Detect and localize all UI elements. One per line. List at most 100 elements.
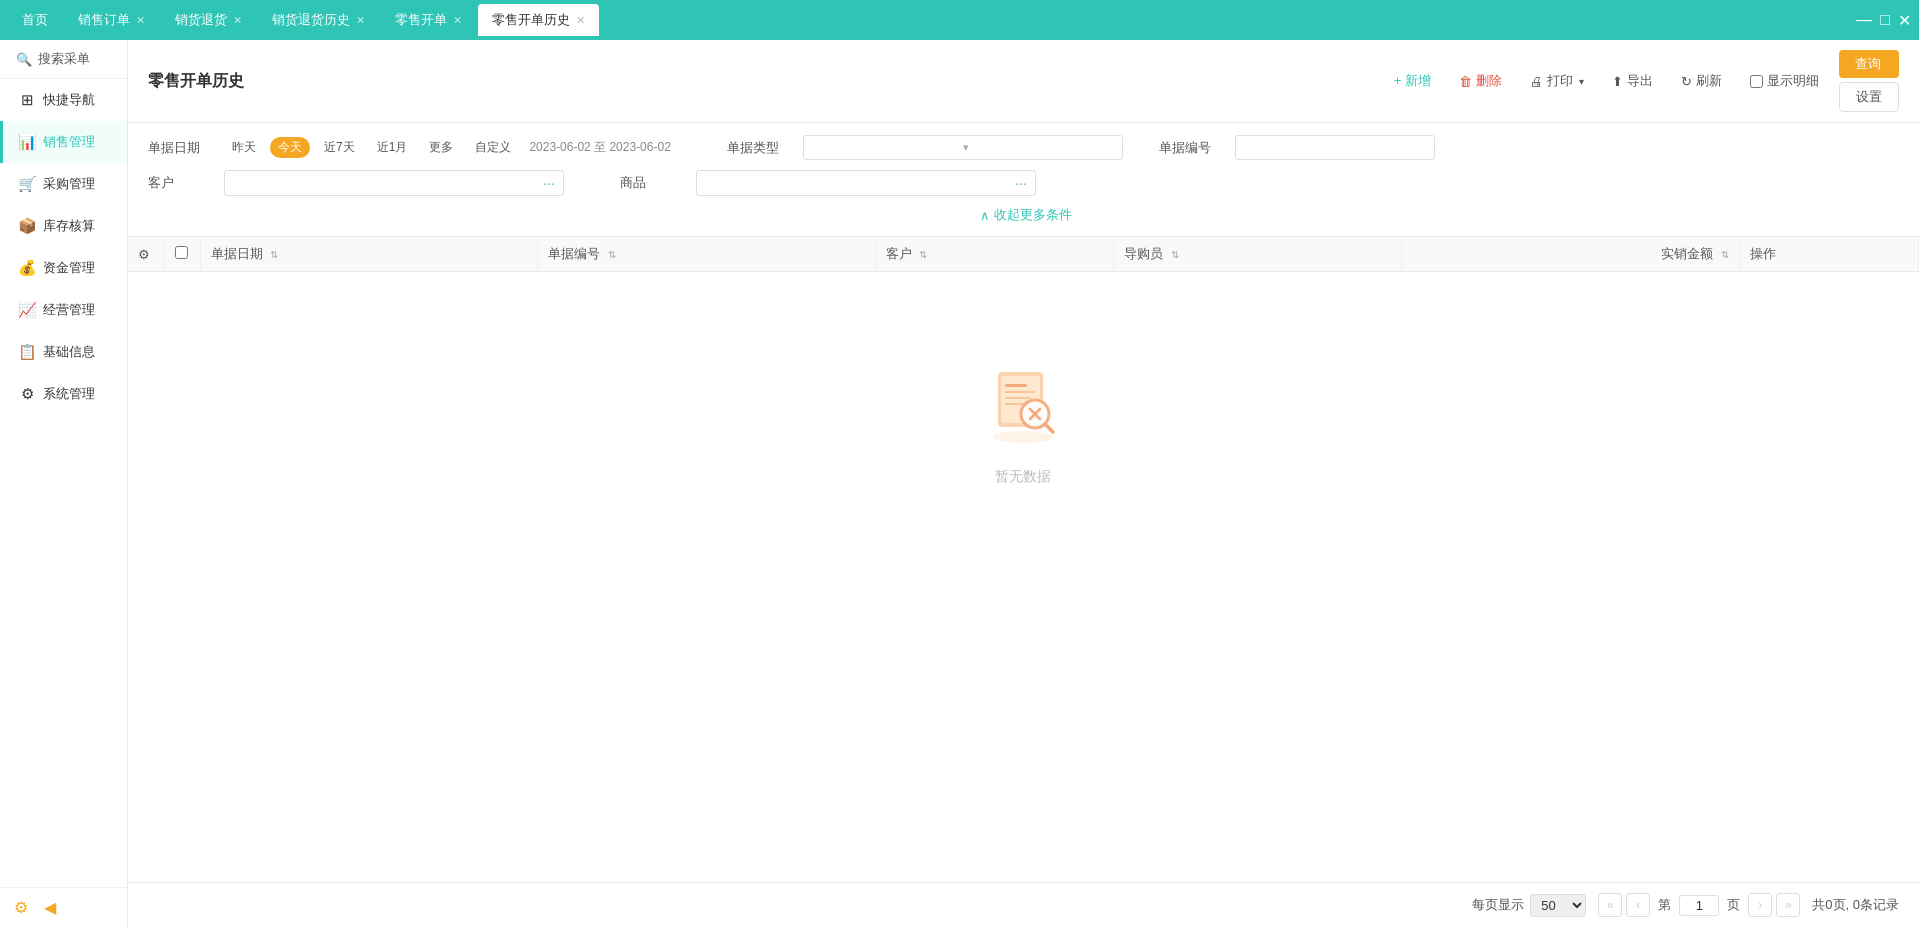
close-tab-retail-open[interactable]: ✕ bbox=[453, 14, 462, 27]
th-ops: 操作 bbox=[1739, 237, 1918, 272]
svg-point-0 bbox=[993, 431, 1053, 443]
next-page-button[interactable]: › bbox=[1748, 893, 1772, 917]
th-amount: 实销金额 ⇅ bbox=[1402, 237, 1740, 272]
window-min-icon[interactable]: — bbox=[1856, 11, 1872, 29]
purchase-mgmt-icon: 🛒 bbox=[17, 175, 37, 193]
sidebar-item-quick-nav[interactable]: ⊞ 快捷导航 bbox=[0, 79, 127, 121]
th-num: 单据编号 ⇅ bbox=[538, 237, 876, 272]
collapse-more-btn[interactable]: ∧ 收起更多条件 bbox=[148, 206, 1899, 224]
delete-button[interactable]: 🗑 删除 bbox=[1451, 68, 1510, 94]
doc-type-select[interactable]: ▾ bbox=[803, 135, 1123, 160]
date-opt-yesterday[interactable]: 昨天 bbox=[224, 137, 264, 158]
date-opt-today[interactable]: 今天 bbox=[270, 137, 310, 158]
empty-illustration bbox=[973, 352, 1073, 452]
date-range-display: 2023-06-02 至 2023-06-02 bbox=[529, 139, 670, 156]
sort-date-icon[interactable]: ⇅ bbox=[270, 249, 278, 260]
close-tab-sales-return-history[interactable]: ✕ bbox=[356, 14, 365, 27]
empty-state: 暂无数据 bbox=[128, 272, 1919, 566]
date-opt-custom[interactable]: 自定义 bbox=[467, 137, 519, 158]
select-all-checkbox[interactable] bbox=[175, 246, 188, 259]
th-settings[interactable]: ⚙ bbox=[128, 237, 164, 272]
window-close-icon[interactable]: ✕ bbox=[1898, 11, 1911, 30]
display-detail-button[interactable]: 显示明细 bbox=[1742, 68, 1827, 94]
th-guide: 导购员 ⇅ bbox=[1114, 237, 1402, 272]
sort-guide-icon[interactable]: ⇅ bbox=[1171, 249, 1179, 260]
ops-mgmt-icon: 📈 bbox=[17, 301, 37, 319]
query-button[interactable]: 查询 bbox=[1839, 50, 1899, 78]
window-max-icon[interactable]: □ bbox=[1880, 11, 1890, 29]
tab-retail-open[interactable]: 零售开单 ✕ bbox=[381, 4, 476, 36]
svg-rect-5 bbox=[1005, 397, 1031, 399]
page-header: 零售开单历史 + 新增 🗑 删除 🖨 打印 ▾ ⬆ 导出 bbox=[128, 40, 1919, 123]
setting-button[interactable]: 设置 bbox=[1839, 82, 1899, 112]
product-input-wrap[interactable]: ··· bbox=[696, 170, 1036, 196]
print-button[interactable]: 🖨 打印 ▾ bbox=[1522, 68, 1592, 94]
page-size-label: 每页显示 bbox=[1472, 896, 1524, 914]
filter-row-2: 客户 ··· 商品 ··· bbox=[148, 170, 1899, 196]
close-tab-retail-open-history[interactable]: ✕ bbox=[576, 14, 585, 27]
th-customer: 客户 ⇅ bbox=[875, 237, 1114, 272]
customer-dots[interactable]: ··· bbox=[543, 175, 555, 191]
sidebar-search[interactable]: 🔍 搜索采单 bbox=[0, 40, 127, 79]
export-icon: ⬆ bbox=[1612, 74, 1623, 89]
page-num-suffix: 页 bbox=[1727, 896, 1740, 914]
sys-mgmt-icon: ⚙ bbox=[17, 385, 37, 403]
date-opt-last1m[interactable]: 近1月 bbox=[369, 137, 416, 158]
date-options: 昨天 今天 近7天 近1月 更多 自定义 2023-06-02 至 2023-0… bbox=[224, 137, 671, 158]
export-button[interactable]: ⬆ 导出 bbox=[1604, 68, 1661, 94]
table-settings-icon[interactable]: ⚙ bbox=[138, 247, 150, 262]
first-page-button[interactable]: « bbox=[1598, 893, 1622, 917]
empty-state-row: 暂无数据 bbox=[128, 272, 1919, 567]
tab-sales-return[interactable]: 销货退货 ✕ bbox=[161, 4, 256, 36]
product-dots[interactable]: ··· bbox=[1015, 175, 1027, 191]
svg-rect-4 bbox=[1005, 391, 1035, 393]
finance-mgmt-icon: 💰 bbox=[17, 259, 37, 277]
sidebar-item-ops-mgmt[interactable]: 📈 经营管理 bbox=[0, 289, 127, 331]
pagination: 每页显示 50 10 20 100 « ‹ 第 页 › » 共0页, 0条记录 bbox=[128, 882, 1919, 927]
last-page-button[interactable]: » bbox=[1776, 893, 1800, 917]
doc-type-label: 单据类型 bbox=[727, 139, 787, 157]
date-opt-last7[interactable]: 近7天 bbox=[316, 137, 363, 158]
delete-icon: 🗑 bbox=[1459, 74, 1472, 89]
sort-customer-icon[interactable]: ⇅ bbox=[919, 249, 927, 260]
close-tab-sales-order[interactable]: ✕ bbox=[136, 14, 145, 27]
sidebar-item-finance-mgmt[interactable]: 💰 资金管理 bbox=[0, 247, 127, 289]
doc-num-label: 单据编号 bbox=[1159, 139, 1219, 157]
sidebar-item-purchase-mgmt[interactable]: 🛒 采购管理 bbox=[0, 163, 127, 205]
page-num-prefix: 第 bbox=[1658, 896, 1671, 914]
print-arrow-icon: ▾ bbox=[1579, 76, 1584, 87]
th-checkbox bbox=[164, 237, 200, 272]
sidebar-item-stock-calc[interactable]: 📦 库存核算 bbox=[0, 205, 127, 247]
prev-page-button[interactable]: ‹ bbox=[1626, 893, 1650, 917]
table-area: ⚙ 单据日期 ⇅ 单据编号 ⇅ bbox=[128, 237, 1919, 882]
pagination-nav: « ‹ 第 页 › » bbox=[1598, 893, 1800, 917]
sidebar-item-basic-info[interactable]: 📋 基础信息 bbox=[0, 331, 127, 373]
tab-home[interactable]: 首页 bbox=[8, 4, 62, 36]
filter-row-1: 单据日期 昨天 今天 近7天 近1月 更多 自定义 2023-06-02 至 2… bbox=[148, 135, 1899, 160]
page-size-select[interactable]: 50 10 20 100 bbox=[1530, 894, 1586, 917]
refresh-button[interactable]: ↻ 刷新 bbox=[1673, 68, 1730, 94]
close-tab-sales-return[interactable]: ✕ bbox=[233, 14, 242, 27]
date-opt-more[interactable]: 更多 bbox=[421, 137, 461, 158]
tab-sales-return-history[interactable]: 销货退货历史 ✕ bbox=[258, 4, 379, 36]
product-label: 商品 bbox=[620, 174, 680, 192]
page-num-input[interactable] bbox=[1679, 895, 1719, 916]
sidebar-item-sys-mgmt[interactable]: ⚙ 系统管理 bbox=[0, 373, 127, 415]
sort-num-icon[interactable]: ⇅ bbox=[608, 249, 616, 260]
table-header-row: ⚙ 单据日期 ⇅ 单据编号 ⇅ bbox=[128, 237, 1919, 272]
tab-sales-order[interactable]: 销售订单 ✕ bbox=[64, 4, 159, 36]
display-detail-checkbox[interactable] bbox=[1750, 75, 1763, 88]
sidebar-item-sales-mgmt[interactable]: 📊 销售管理 bbox=[0, 121, 127, 163]
customer-label: 客户 bbox=[148, 174, 208, 192]
quick-nav-icon: ⊞ bbox=[17, 91, 37, 109]
search-icon: 🔍 bbox=[16, 52, 32, 67]
empty-text: 暂无数据 bbox=[995, 468, 1051, 486]
sort-amount-icon[interactable]: ⇅ bbox=[1721, 249, 1729, 260]
date-label: 单据日期 bbox=[148, 139, 208, 157]
add-button[interactable]: + 新增 bbox=[1386, 68, 1439, 94]
tab-retail-open-history[interactable]: 零售开单历史 ✕ bbox=[478, 4, 599, 36]
settings-gear-icon[interactable]: ⚙ bbox=[14, 898, 28, 917]
doc-num-input[interactable] bbox=[1235, 135, 1435, 160]
customer-input-wrap[interactable]: ··· bbox=[224, 170, 564, 196]
collapse-sidebar-icon[interactable]: ◀ bbox=[44, 898, 56, 917]
